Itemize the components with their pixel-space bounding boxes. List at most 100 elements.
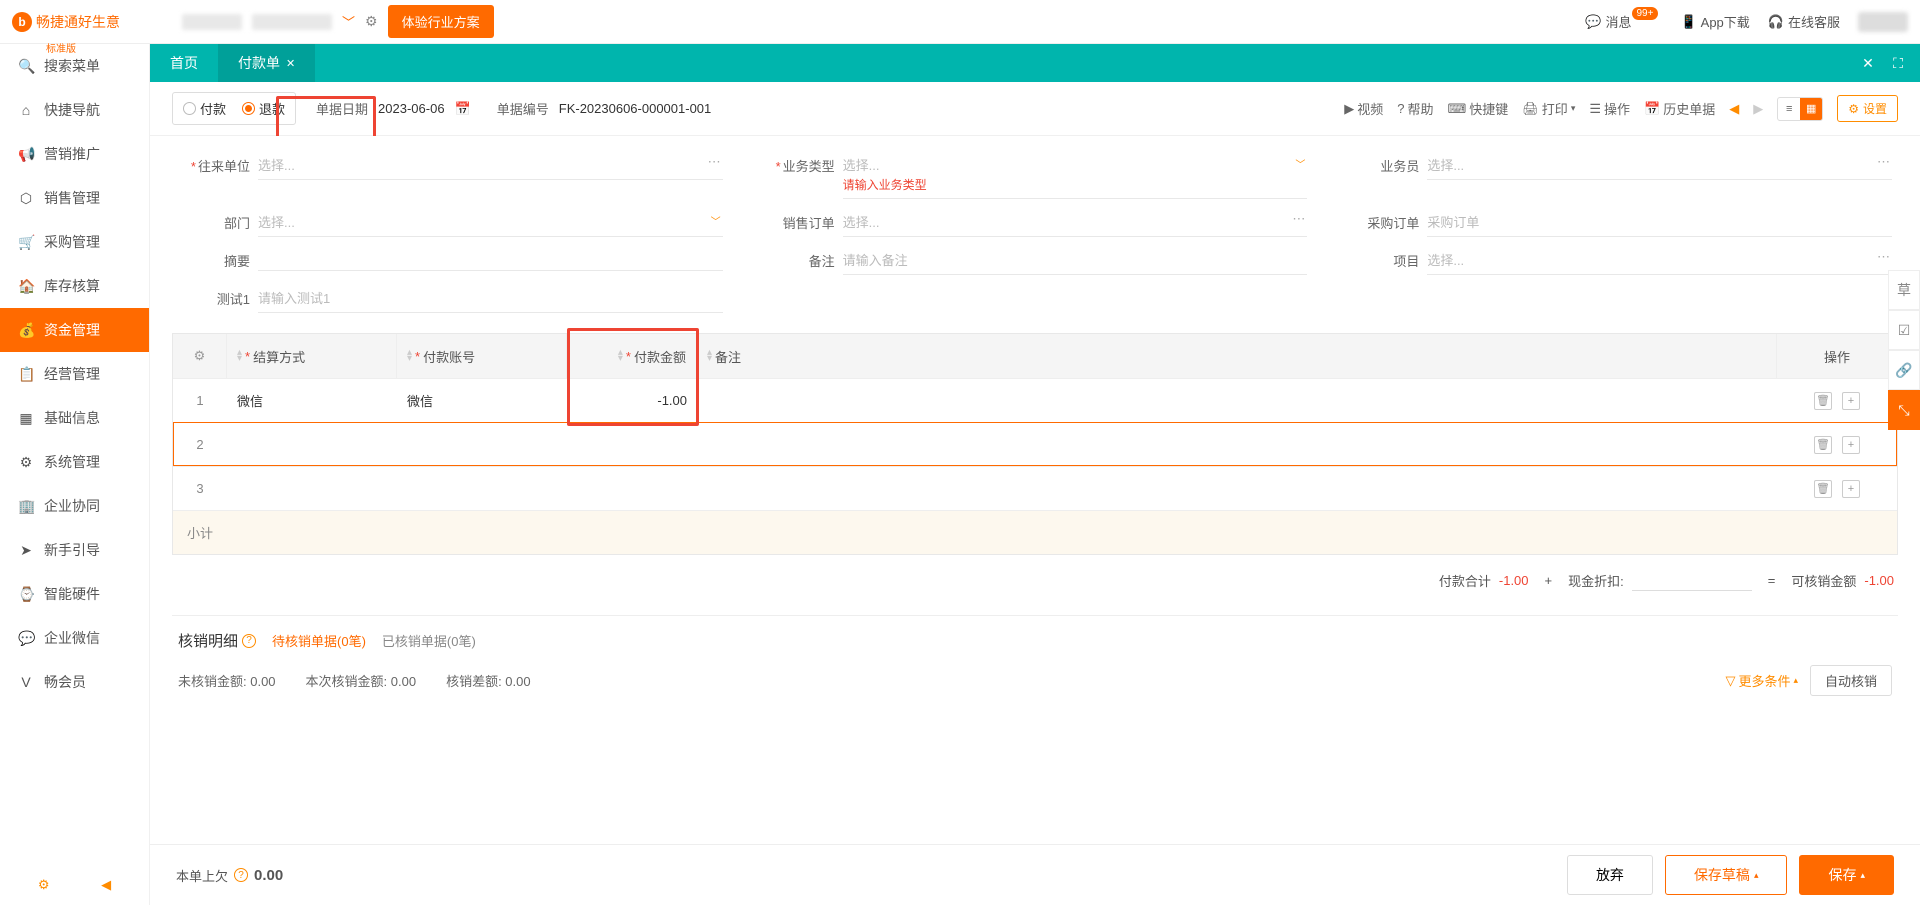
shortcut-link[interactable]: ⌨快捷键 — [1448, 99, 1509, 118]
calendar-icon[interactable]: 📅 — [455, 101, 471, 117]
cell-remark[interactable] — [697, 379, 1777, 422]
sidebar-item-sales[interactable]: ⬡销售管理 — [0, 176, 149, 220]
delete-icon[interactable]: 🗑 — [1814, 480, 1832, 498]
user-avatar[interactable] — [1858, 12, 1908, 32]
chevron-down-icon[interactable]: ﹀ — [1295, 156, 1305, 171]
delete-icon[interactable]: 🗑 — [1814, 436, 1832, 454]
more-conditions-link[interactable]: ▽更多条件▴ — [1725, 671, 1798, 690]
app-download-link[interactable]: 📱 App下载 — [1680, 12, 1749, 31]
partner-input[interactable]: 选择...⋯ — [258, 150, 723, 180]
th-remark[interactable]: ▴▾备注 — [697, 334, 1777, 378]
cell-remark[interactable] — [697, 423, 1777, 466]
radio-payment[interactable]: 付款 — [183, 99, 226, 118]
messages-link[interactable]: 💬 消息 99+ — [1585, 12, 1662, 31]
sidebar-item-marketing[interactable]: 📢营销推广 — [0, 132, 149, 176]
biztype-input[interactable]: 选择... ﹀ 请输入业务类型 — [843, 150, 1308, 199]
close-icon[interactable]: ✕ — [286, 57, 295, 70]
more-icon[interactable]: ⋯ — [708, 154, 721, 170]
save-button[interactable]: 保存▴ — [1799, 855, 1894, 895]
view-card-button[interactable]: ▦ — [1800, 98, 1822, 120]
config-button[interactable]: ⚙设置 — [1837, 95, 1898, 122]
discount-input[interactable] — [1632, 569, 1752, 591]
cell-amount[interactable] — [567, 423, 697, 466]
cell-account[interactable] — [397, 467, 567, 510]
cell-settle[interactable] — [227, 467, 397, 510]
question-icon[interactable]: ? — [242, 634, 256, 648]
sidebar-item-collab[interactable]: 🏢企业协同 — [0, 484, 149, 528]
experience-button[interactable]: 体验行业方案 — [388, 5, 494, 38]
more-icon[interactable]: ⋯ — [1877, 249, 1890, 265]
tab-payment[interactable]: 付款单 ✕ — [218, 44, 315, 82]
auto-writeoff-button[interactable]: 自动核销 — [1810, 665, 1892, 696]
operation-link[interactable]: ☰操作 — [1589, 99, 1630, 118]
question-icon[interactable]: ? — [234, 868, 248, 882]
table-row[interactable]: 1 微信 微信 -1.00 🗑+ — [173, 378, 1897, 422]
sidebar-item-guide[interactable]: ➤新手引导 — [0, 528, 149, 572]
add-icon[interactable]: + — [1842, 436, 1860, 454]
more-icon[interactable]: ⋯ — [1877, 154, 1890, 170]
more-icon[interactable]: ⋯ — [1292, 211, 1305, 227]
delete-icon[interactable]: 🗑 — [1814, 392, 1832, 410]
sidebar-item-wechat[interactable]: 💬企业微信 — [0, 616, 149, 660]
salesperson-input[interactable]: 选择...⋯ — [1427, 150, 1892, 180]
test1-input[interactable]: 请输入测试1 — [258, 283, 723, 313]
cell-amount[interactable] — [567, 467, 697, 510]
sidebar-item-member[interactable]: V畅会员 — [0, 660, 149, 704]
online-service-link[interactable]: 🎧 在线客服 — [1768, 12, 1840, 31]
tab-home[interactable]: 首页 — [150, 44, 218, 82]
next-icon[interactable]: ▶ — [1753, 101, 1763, 117]
th-gear[interactable]: ⚙ — [173, 334, 227, 378]
th-amount[interactable]: ▴▾*付款金额 — [567, 334, 697, 378]
rail-link-icon[interactable]: 🔗 — [1888, 350, 1920, 390]
add-icon[interactable]: + — [1842, 480, 1860, 498]
sidebar-item-hardware[interactable]: ⌚智能硬件 — [0, 572, 149, 616]
collapse-icon[interactable]: ◀ — [101, 877, 111, 893]
summary-input[interactable] — [258, 245, 723, 271]
prev-icon[interactable]: ◀ — [1729, 101, 1739, 117]
table-row[interactable]: 2 🗑+ — [173, 422, 1897, 466]
purchaseorder-input[interactable]: 采购订单 — [1427, 207, 1892, 237]
sidebar-item-quicknav[interactable]: ⌂快捷导航 — [0, 88, 149, 132]
salesorder-input[interactable]: 选择...⋯ — [843, 207, 1308, 237]
history-link[interactable]: 📅历史单据 — [1644, 99, 1715, 118]
cell-remark[interactable] — [697, 467, 1777, 510]
date-value[interactable]: 2023-06-06 — [378, 101, 445, 116]
dept-input[interactable]: 选择...﹀ — [258, 207, 723, 237]
chevron-down-icon[interactable]: ﹀ — [342, 12, 355, 31]
sidebar-item-system[interactable]: ⚙系统管理 — [0, 440, 149, 484]
table-row[interactable]: 3 🗑+ — [173, 466, 1897, 510]
fullscreen-icon[interactable]: ⛶ — [1886, 51, 1910, 75]
verify-tab-pending[interactable]: 待核销单据(0笔) — [272, 631, 366, 650]
cell-account[interactable] — [397, 423, 567, 466]
rail-check-icon[interactable]: ☑ — [1888, 310, 1920, 350]
sidebar-item-funds[interactable]: 💰资金管理 — [0, 308, 149, 352]
gear-icon[interactable]: ⚙ — [38, 877, 50, 893]
project-input[interactable]: 选择...⋯ — [1427, 245, 1892, 275]
th-account[interactable]: ▴▾*付款账号 — [397, 334, 567, 378]
help-link[interactable]: ?帮助 — [1397, 99, 1433, 118]
th-settle[interactable]: ▴▾*结算方式 — [227, 334, 397, 378]
cell-amount[interactable]: -1.00 — [567, 379, 697, 422]
gear-icon[interactable]: ⚙ — [365, 13, 378, 30]
video-link[interactable]: ▶视频 — [1344, 99, 1383, 118]
cell-account[interactable]: 微信 — [397, 379, 567, 422]
view-list-button[interactable]: ≡ — [1778, 98, 1800, 120]
sidebar-item-operation[interactable]: 📋经营管理 — [0, 352, 149, 396]
abandon-button[interactable]: 放弃 — [1567, 855, 1653, 895]
chevron-down-icon[interactable]: ﹀ — [711, 213, 721, 228]
remark-input[interactable]: 请输入备注 — [843, 245, 1308, 275]
sidebar-item-basic[interactable]: ▦基础信息 — [0, 396, 149, 440]
sort-icon: ▴▾ — [618, 350, 623, 362]
rail-expand-icon[interactable]: ⤡ — [1888, 390, 1920, 430]
add-icon[interactable]: + — [1842, 392, 1860, 410]
tab-close-all-button[interactable]: ✕ — [1856, 51, 1880, 75]
save-draft-button[interactable]: 保存草稿▴ — [1665, 855, 1788, 895]
print-link[interactable]: 🖨打印▾ — [1522, 99, 1575, 118]
radio-refund[interactable]: 退款 — [242, 99, 285, 118]
rail-draft-icon[interactable]: 草 — [1888, 270, 1920, 310]
cell-settle[interactable] — [227, 423, 397, 466]
verify-tab-done[interactable]: 已核销单据(0笔) — [382, 631, 476, 650]
sidebar-item-inventory[interactable]: 🏠库存核算 — [0, 264, 149, 308]
cell-settle[interactable]: 微信 — [227, 379, 397, 422]
sidebar-item-purchase[interactable]: 🛒采购管理 — [0, 220, 149, 264]
